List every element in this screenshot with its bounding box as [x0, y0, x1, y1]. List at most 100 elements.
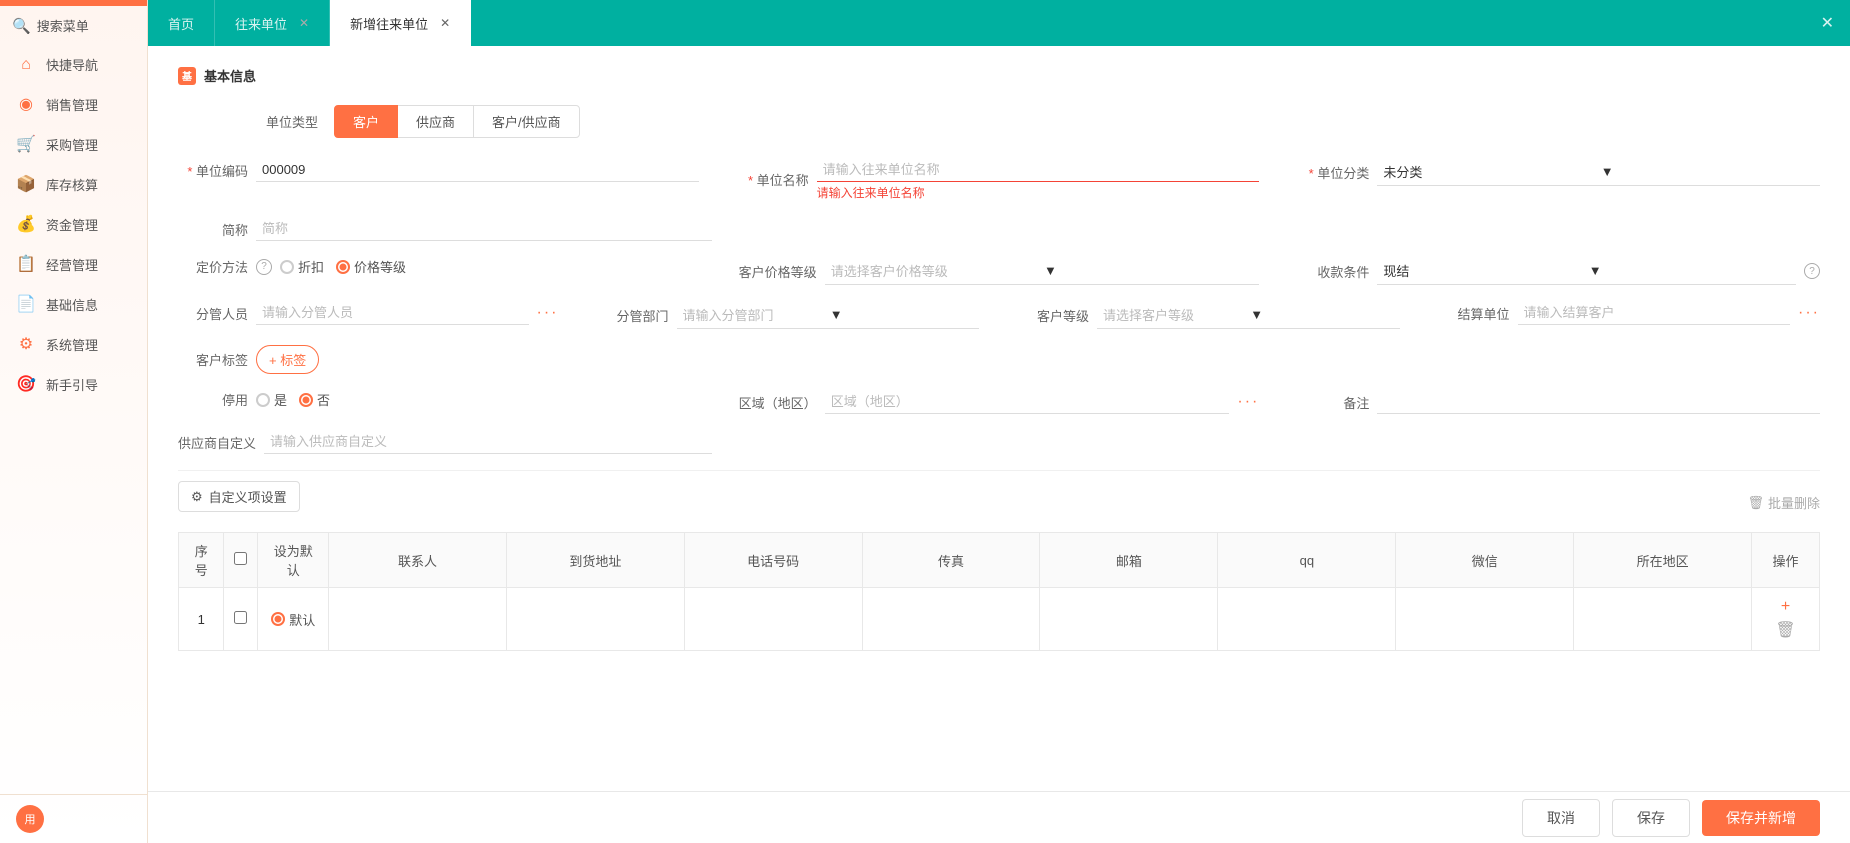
region-table-input[interactable]	[1584, 612, 1741, 627]
customer-level-select[interactable]: 请选择客户等级 ▼	[1097, 301, 1400, 329]
sidebar-item-finance[interactable]: 💰 资金管理	[0, 204, 147, 244]
delete-icon: 🗑	[1747, 495, 1764, 511]
manager-input[interactable]	[256, 301, 529, 325]
wechat-input[interactable]	[1406, 612, 1563, 627]
sidebar-item-basic-info[interactable]: 📄 基础信息	[0, 284, 147, 324]
td-contact	[329, 588, 507, 651]
th-wechat: 微信	[1396, 533, 1574, 588]
tab-contacts-close[interactable]: ✕	[299, 16, 309, 30]
email-input[interactable]	[1050, 612, 1207, 627]
unit-type-both-button[interactable]: 客户/供应商	[473, 105, 580, 138]
select-all-checkbox[interactable]	[234, 552, 247, 565]
sidebar-label-quick-nav: 快捷导航	[46, 55, 98, 74]
region-input[interactable]	[825, 390, 1230, 414]
tab-home[interactable]: 首页	[148, 0, 215, 46]
form-row-4: 分管人员 ··· 分管部门 请输入分管部门 ▼ 客户等级 请选择客户等级 ▼ 结…	[178, 301, 1820, 329]
tab-contacts[interactable]: 往来单位 ✕	[215, 0, 330, 46]
cancel-button[interactable]: 取消	[1522, 799, 1600, 837]
row-add-button[interactable]: +	[1777, 596, 1794, 618]
add-tag-button[interactable]: + 标签	[256, 345, 319, 374]
unit-code-input[interactable]	[256, 158, 699, 182]
form-row-6: 停用 是 否 区域（地区） ··· 备注	[178, 390, 1820, 414]
tab-new-contact[interactable]: 新增往来单位 ✕	[330, 0, 471, 46]
supplier-custom-input[interactable]	[264, 430, 712, 454]
unit-type-label: 单位类型	[238, 112, 318, 131]
sidebar-item-purchase[interactable]: 🛒 采购管理	[0, 124, 147, 164]
radio-discount-label: 折扣	[298, 257, 324, 276]
sidebar-label-guide: 新手引导	[46, 375, 98, 394]
sidebar-item-guide[interactable]: 🎯 新手引导	[0, 364, 147, 404]
sidebar-item-sales[interactable]: ◉ 销售管理	[0, 84, 147, 124]
batch-delete-button[interactable]: 🗑 批量删除	[1747, 493, 1820, 512]
payment-condition-select[interactable]: 现结 ▼	[1377, 257, 1796, 285]
department-select[interactable]: 请输入分管部门 ▼	[677, 301, 980, 329]
address-input[interactable]	[517, 612, 674, 627]
payment-condition-help-icon[interactable]: ?	[1804, 263, 1820, 279]
chevron-down-icon-2: ▼	[1044, 263, 1253, 278]
row-checkbox[interactable]	[234, 611, 247, 624]
table-header-row: 序号 设为默认 联系人 到货地址 电话号码 传真 邮箱 qq 微信 所在地区 操…	[179, 533, 1820, 588]
region-more-button[interactable]: ···	[1237, 393, 1259, 411]
td-phone	[684, 588, 862, 651]
form-row-5: 客户标签 + 标签	[178, 345, 1820, 374]
field-region: 区域（地区） ···	[739, 390, 1260, 414]
sidebar-item-system[interactable]: ⚙ 系统管理	[0, 324, 147, 364]
fax-input[interactable]	[873, 612, 1030, 627]
sidebar-item-inventory[interactable]: 📦 库存核算	[0, 164, 147, 204]
td-action: + 🗑	[1752, 588, 1820, 651]
unit-type-supplier-button[interactable]: 供应商	[398, 105, 473, 138]
form-row-2: 简称	[178, 217, 1820, 241]
phone-input[interactable]	[695, 612, 852, 627]
row-default-radio[interactable]: 默认	[268, 610, 318, 629]
section-icon: 基	[178, 67, 196, 85]
tab-new-contact-close[interactable]: ✕	[440, 16, 450, 30]
contact-input[interactable]	[339, 612, 496, 627]
inventory-icon: 📦	[16, 174, 36, 194]
custom-settings-button[interactable]: ⚙ 自定义项设置	[178, 481, 300, 512]
settlement-unit-label: 结算单位	[1440, 304, 1510, 323]
field-remark: 备注	[1299, 390, 1820, 414]
td-qq	[1218, 588, 1396, 651]
radio-discount-circle	[280, 260, 294, 274]
department-placeholder: 请输入分管部门	[683, 305, 826, 324]
manager-label: 分管人员	[178, 304, 248, 323]
disabled-radio-group: 是 否	[256, 390, 330, 409]
chevron-down-icon-3: ▼	[1589, 263, 1790, 278]
th-seq: 序号	[179, 533, 224, 588]
manager-more-button[interactable]: ···	[537, 304, 559, 322]
operations-icon: 📋	[16, 254, 36, 274]
radio-no-circle	[299, 393, 313, 407]
field-unit-category: 单位分类 未分类 ▼	[1299, 158, 1820, 186]
unit-category-select[interactable]: 未分类 ▼	[1377, 158, 1820, 186]
radio-yes[interactable]: 是	[256, 390, 287, 409]
window-close-button[interactable]: ✕	[1805, 0, 1850, 46]
save-new-button[interactable]: 保存并新增	[1702, 800, 1820, 836]
row-delete-button[interactable]: 🗑	[1771, 618, 1799, 642]
unit-name-error: 请输入往来单位名称	[817, 184, 1260, 201]
radio-discount[interactable]: 折扣	[280, 257, 324, 276]
radio-price-level[interactable]: 价格等级	[336, 257, 406, 276]
sidebar: 🔍 搜索菜单 ⌂ 快捷导航 ◉ 销售管理 🛒 采购管理 📦 库存核算 💰 资金管…	[0, 0, 148, 843]
sidebar-search[interactable]: 🔍 搜索菜单	[0, 6, 147, 45]
tab-contacts-label: 往来单位	[235, 14, 287, 33]
unit-code-label: 单位编码	[178, 161, 248, 180]
td-email	[1040, 588, 1218, 651]
unit-name-input[interactable]	[817, 158, 1260, 182]
gear-icon: ⚙	[191, 489, 203, 505]
pricing-help-icon[interactable]: ?	[256, 259, 272, 275]
remark-input[interactable]	[1377, 390, 1820, 414]
sidebar-item-quick-nav[interactable]: ⌂ 快捷导航	[0, 45, 147, 84]
qq-input[interactable]	[1228, 612, 1385, 627]
radio-no[interactable]: 否	[299, 390, 330, 409]
customer-price-level-select[interactable]: 请选择客户价格等级 ▼	[825, 257, 1260, 285]
pricing-method-label: 定价方法	[178, 257, 248, 276]
abbreviation-input[interactable]	[256, 217, 712, 241]
settlement-unit-input[interactable]	[1518, 301, 1791, 325]
save-button[interactable]: 保存	[1612, 799, 1690, 837]
th-contact: 联系人	[329, 533, 507, 588]
settlement-unit-more-button[interactable]: ···	[1798, 304, 1820, 322]
unit-name-wrapper: 请输入往来单位名称	[817, 158, 1260, 201]
unit-type-customer-button[interactable]: 客户	[334, 105, 398, 138]
sidebar-item-operations[interactable]: 📋 经营管理	[0, 244, 147, 284]
customer-level-placeholder: 请选择客户等级	[1103, 305, 1246, 324]
